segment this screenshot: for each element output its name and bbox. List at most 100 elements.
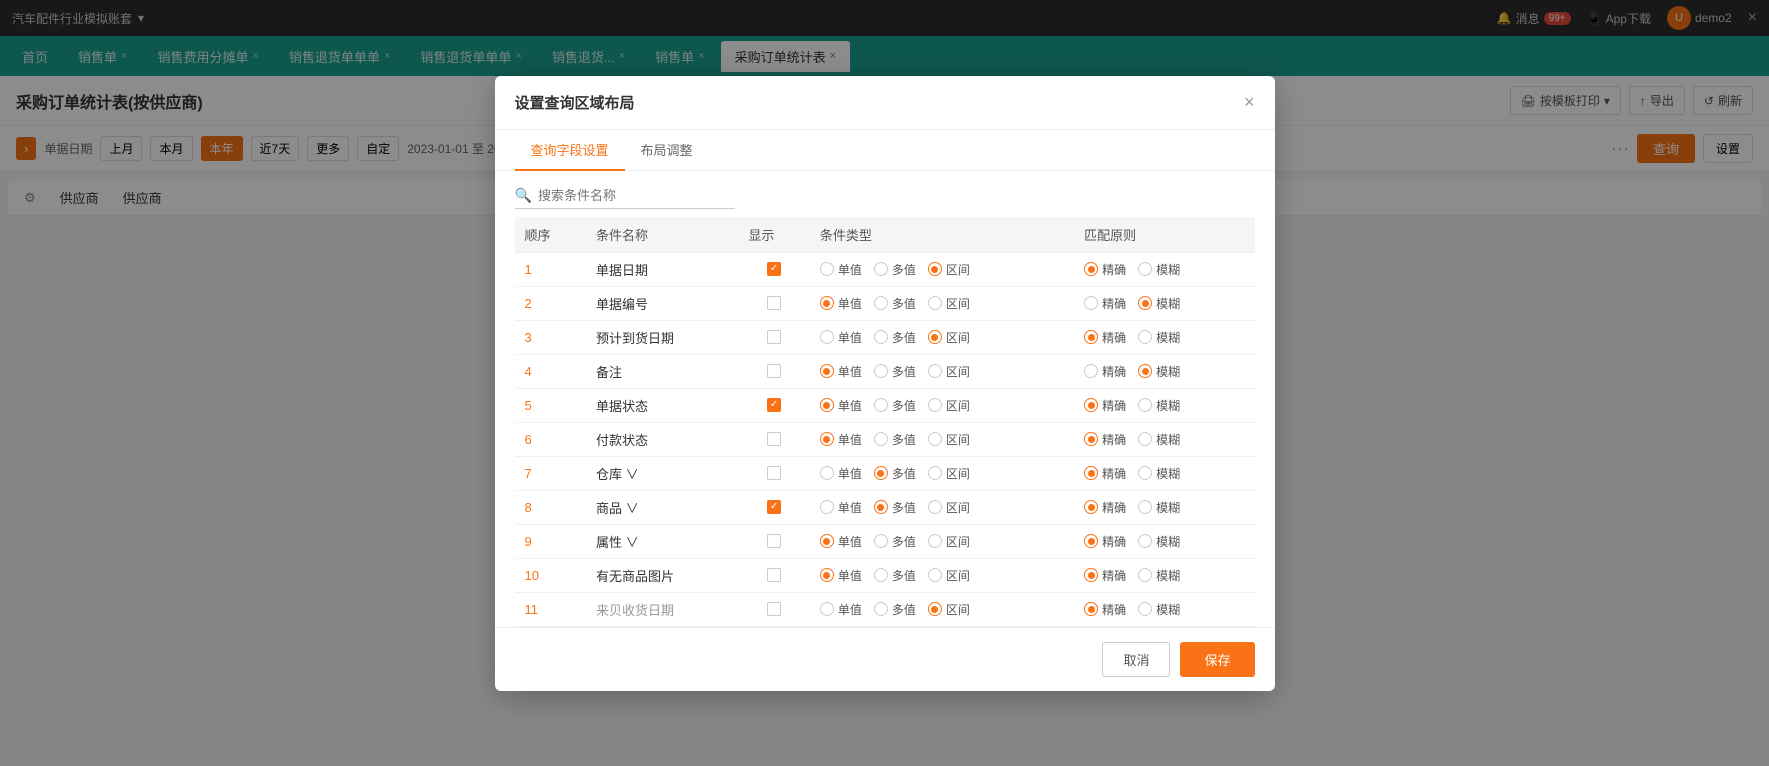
match-radio-模糊[interactable]: 模糊 <box>1138 295 1180 312</box>
match-radio-精确[interactable]: 精确 <box>1084 295 1126 312</box>
search-input[interactable] <box>538 188 718 203</box>
match-radio-精确[interactable]: 精确 <box>1084 533 1126 550</box>
display-checkbox[interactable] <box>767 330 781 344</box>
table-row: 6付款状态单值多值区间精确模糊 <box>515 422 1255 456</box>
table-row: 4 备注 单值多值区间 精确模糊 <box>515 354 1255 388</box>
display-checkbox[interactable] <box>767 568 781 582</box>
type-radio-区间[interactable]: 区间 <box>928 567 970 584</box>
dialog-tab-layout[interactable]: 布局调整 <box>625 130 709 171</box>
type-radio-单值[interactable]: 单值 <box>820 499 862 516</box>
type-radio-区间[interactable]: 区间 <box>928 295 970 312</box>
type-radio-区间[interactable]: 区间 <box>928 431 970 448</box>
match-radio-模糊[interactable]: 模糊 <box>1138 363 1180 380</box>
match-radio-精确[interactable]: 精确 <box>1084 261 1126 278</box>
match-radio-精确[interactable]: 精确 <box>1084 431 1126 448</box>
seq-num: 1 <box>525 262 532 277</box>
type-radio-多值[interactable]: 多值 <box>874 431 916 448</box>
dialog-tabs: 查询字段设置 布局调整 <box>495 130 1275 171</box>
seq-num: 4 <box>525 364 532 379</box>
match-radio-模糊[interactable]: 模糊 <box>1138 397 1180 414</box>
type-radio-多值[interactable]: 多值 <box>874 567 916 584</box>
type-radio-多值[interactable]: 多值 <box>874 295 916 312</box>
match-radio-模糊[interactable]: 模糊 <box>1138 601 1180 618</box>
type-radio-单值[interactable]: 单值 <box>820 295 862 312</box>
type-radio-多值[interactable]: 多值 <box>874 261 916 278</box>
type-radio-区间[interactable]: 区间 <box>928 363 970 380</box>
display-checkbox[interactable] <box>767 534 781 548</box>
th-display: 显示 <box>738 217 810 253</box>
type-radio-区间[interactable]: 区间 <box>928 329 970 346</box>
search-icon: 🔍 <box>515 187 532 204</box>
match-radio-精确[interactable]: 精确 <box>1084 397 1126 414</box>
match-radio-模糊[interactable]: 模糊 <box>1138 567 1180 584</box>
condition-name: 单据编号 <box>586 286 738 320</box>
type-radio-单值[interactable]: 单值 <box>820 533 862 550</box>
type-radio-区间[interactable]: 区间 <box>928 397 970 414</box>
condition-name: 来贝收货日期 <box>586 592 738 626</box>
match-radio-精确[interactable]: 精确 <box>1084 567 1126 584</box>
condition-name: 商品 ∨ <box>586 490 738 524</box>
match-radio-模糊[interactable]: 模糊 <box>1138 329 1180 346</box>
dialog-footer: 取消 保存 <box>495 627 1275 691</box>
table-header-row: 顺序 条件名称 显示 条件类型 匹配原则 <box>515 217 1255 253</box>
seq-num: 3 <box>525 330 532 345</box>
display-checkbox[interactable] <box>767 602 781 616</box>
condition-name: 备注 <box>586 354 738 388</box>
type-radio-多值[interactable]: 多值 <box>874 465 916 482</box>
seq-num: 8 <box>525 500 532 515</box>
type-radio-区间[interactable]: 区间 <box>928 465 970 482</box>
table-row: 8 商品 ∨ 单值多值区间 精确模糊 <box>515 490 1255 524</box>
type-radio-多值[interactable]: 多值 <box>874 329 916 346</box>
dialog-header: 设置查询区域布局 × <box>495 76 1275 130</box>
display-checkbox[interactable] <box>767 296 781 310</box>
display-checkbox[interactable] <box>767 500 781 514</box>
condition-name: 属性 ∨ <box>586 524 738 558</box>
type-radio-区间[interactable]: 区间 <box>928 601 970 618</box>
type-radio-单值[interactable]: 单值 <box>820 397 862 414</box>
dialog-tab-query[interactable]: 查询字段设置 <box>515 130 625 171</box>
th-type: 条件类型 <box>810 217 1074 253</box>
type-radio-多值[interactable]: 多值 <box>874 601 916 618</box>
save-btn[interactable]: 保存 <box>1180 642 1254 677</box>
match-radio-模糊[interactable]: 模糊 <box>1138 499 1180 516</box>
type-radio-多值[interactable]: 多值 <box>874 363 916 380</box>
table-row: 7仓库 ∨单值多值区间精确模糊 <box>515 456 1255 490</box>
type-radio-单值[interactable]: 单值 <box>820 363 862 380</box>
type-radio-区间[interactable]: 区间 <box>928 533 970 550</box>
cancel-btn[interactable]: 取消 <box>1102 642 1170 677</box>
seq-num: 10 <box>525 568 539 583</box>
seq-num: 2 <box>525 296 532 311</box>
display-checkbox[interactable] <box>767 398 781 412</box>
display-checkbox[interactable] <box>767 466 781 480</box>
match-radio-精确[interactable]: 精确 <box>1084 601 1126 618</box>
match-radio-模糊[interactable]: 模糊 <box>1138 533 1180 550</box>
match-radio-精确[interactable]: 精确 <box>1084 363 1126 380</box>
type-radio-区间[interactable]: 区间 <box>928 499 970 516</box>
match-radio-模糊[interactable]: 模糊 <box>1138 431 1180 448</box>
match-radio-精确[interactable]: 精确 <box>1084 499 1126 516</box>
table-row: 11来贝收货日期单值多值区间精确模糊 <box>515 592 1255 626</box>
type-radio-多值[interactable]: 多值 <box>874 533 916 550</box>
type-radio-多值[interactable]: 多值 <box>874 397 916 414</box>
match-radio-模糊[interactable]: 模糊 <box>1138 465 1180 482</box>
type-radio-多值[interactable]: 多值 <box>874 499 916 516</box>
type-radio-区间[interactable]: 区间 <box>928 261 970 278</box>
type-radio-单值[interactable]: 单值 <box>820 601 862 618</box>
type-radio-单值[interactable]: 单值 <box>820 431 862 448</box>
match-radio-模糊[interactable]: 模糊 <box>1138 261 1180 278</box>
display-checkbox[interactable] <box>767 432 781 446</box>
dialog-close-btn[interactable]: × <box>1244 93 1255 111</box>
table-row: 5单据状态单值多值区间精确模糊 <box>515 388 1255 422</box>
table-row: 9属性 ∨单值多值区间精确模糊 <box>515 524 1255 558</box>
type-radio-单值[interactable]: 单值 <box>820 567 862 584</box>
th-name: 条件名称 <box>586 217 738 253</box>
dialog-table-wrap: 顺序 条件名称 显示 条件类型 匹配原则 1单据日期单值多值区间精确模糊2单据编… <box>495 217 1275 627</box>
match-radio-精确[interactable]: 精确 <box>1084 329 1126 346</box>
match-radio-精确[interactable]: 精确 <box>1084 465 1126 482</box>
type-radio-单值[interactable]: 单值 <box>820 329 862 346</box>
display-checkbox[interactable] <box>767 262 781 276</box>
type-radio-单值[interactable]: 单值 <box>820 261 862 278</box>
condition-name: 单据状态 <box>586 388 738 422</box>
type-radio-单值[interactable]: 单值 <box>820 465 862 482</box>
display-checkbox[interactable] <box>767 364 781 378</box>
